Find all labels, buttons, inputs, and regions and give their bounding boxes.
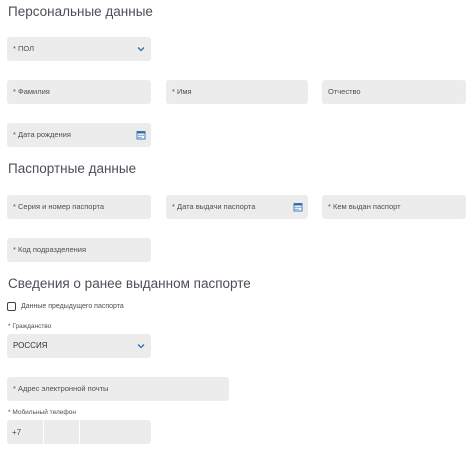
section-title-personal: Персональные данные: [8, 4, 153, 19]
calendar-icon[interactable]: [293, 202, 303, 212]
first-name-placeholder: * Имя: [172, 87, 192, 96]
birth-date-field[interactable]: * Дата рождения: [7, 123, 151, 147]
calendar-icon[interactable]: [136, 130, 146, 140]
citizenship-value: РОССИЯ: [13, 341, 48, 350]
passport-issued-by-field[interactable]: * Кем выдан паспорт: [322, 195, 466, 219]
last-name-placeholder: * Фамилия: [13, 87, 50, 96]
phone-label: * Мобильный телефон: [8, 409, 76, 416]
first-name-field[interactable]: * Имя: [166, 80, 308, 104]
passport-series-number-field[interactable]: * Серия и номер паспорта: [7, 195, 151, 219]
section-title-passport: Паспортные данные: [8, 161, 137, 176]
citizenship-select[interactable]: РОССИЯ: [7, 334, 151, 358]
patronymic-field[interactable]: Отчество: [322, 80, 466, 104]
series-number-placeholder: * Серия и номер паспорта: [13, 202, 105, 211]
patronymic-placeholder: Отчество: [328, 87, 361, 96]
chevron-down-icon: [137, 344, 145, 349]
gender-select[interactable]: * ПОЛ: [7, 37, 151, 61]
birth-date-placeholder: * Дата рождения: [13, 130, 71, 139]
last-name-field[interactable]: * Фамилия: [7, 80, 151, 104]
passport-issue-date-field[interactable]: * Дата выдачи паспорта: [166, 195, 308, 219]
phone-country-code: +7: [12, 428, 22, 437]
citizenship-label: * Гражданство: [8, 323, 52, 330]
issue-date-placeholder: * Дата выдачи паспорта: [172, 202, 256, 211]
chevron-down-icon: [137, 47, 145, 52]
gender-placeholder: * ПОЛ: [13, 44, 35, 53]
section-title-previous-passport: Сведения о ранее выданном паспорте: [8, 276, 251, 291]
division-code-field[interactable]: * Код подразделения: [7, 238, 151, 262]
issued-by-placeholder: * Кем выдан паспорт: [328, 202, 401, 211]
phone-divider: [43, 420, 44, 444]
email-field[interactable]: * Адрес электронной почты: [7, 377, 229, 401]
email-placeholder: * Адрес электронной почты: [13, 384, 109, 393]
phone-divider: [79, 420, 80, 444]
previous-passport-label: Данные предыдущего паспорта: [21, 303, 124, 310]
previous-passport-checkbox[interactable]: [7, 302, 16, 311]
division-code-placeholder: * Код подразделения: [13, 245, 87, 254]
